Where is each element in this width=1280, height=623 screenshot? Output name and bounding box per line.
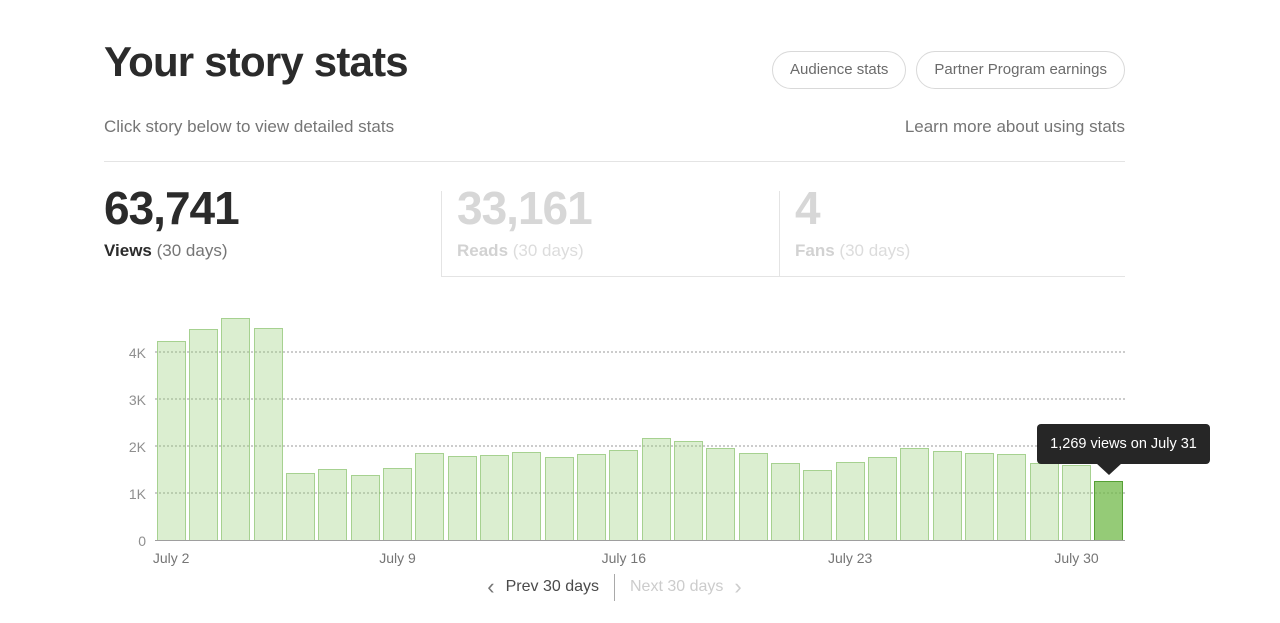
bar-july-26[interactable] — [932, 450, 962, 541]
chevron-left-icon[interactable]: ‹ — [487, 576, 494, 598]
fans-label: Fans (30 days) — [795, 241, 911, 260]
bar-tooltip-text: 1,269 views on July 31 — [1050, 436, 1197, 453]
bar-july-5[interactable] — [253, 328, 283, 541]
bar-tooltip: 1,269 views on July 31 — [1037, 424, 1210, 476]
date-range-pager: ‹ Prev 30 days Next 30 days › — [104, 572, 1125, 602]
bar-july-21[interactable] — [770, 462, 801, 541]
bar-july-28[interactable] — [997, 453, 1027, 541]
bar-july-16[interactable] — [609, 450, 639, 541]
x-axis-tick: July 23 — [827, 550, 873, 566]
subheader: Click story below to view detailed stats… — [104, 117, 1125, 137]
bar-july-31[interactable] — [1094, 481, 1124, 541]
bar-july-12[interactable] — [479, 454, 510, 541]
bar-july-4[interactable] — [221, 317, 251, 541]
stat-tab-fans[interactable]: 4 Fans (30 days) — [779, 162, 1125, 277]
bar-july-8[interactable] — [350, 475, 380, 541]
bar-july-25[interactable] — [900, 448, 930, 541]
chevron-right-icon[interactable]: › — [734, 576, 741, 598]
y-axis-tick: 3K — [128, 391, 146, 408]
learn-more-link[interactable]: Learn more about using stats — [905, 117, 1125, 137]
bar-july-9[interactable] — [382, 467, 413, 541]
gridline-4K — [155, 350, 1125, 353]
prev-30-days-button[interactable]: Prev 30 days — [506, 578, 599, 596]
x-axis-tick: July 2 — [152, 550, 190, 566]
views-bar-chart: 1,269 views on July 31 0 1K 2K 3K 4K July 2 Ju… — [104, 311, 1210, 566]
gridline-3K — [155, 397, 1125, 400]
bar-july-27[interactable] — [964, 453, 995, 541]
stat-tab-views[interactable]: 63,741 Views (30 days) — [104, 162, 441, 277]
page-header: Your story stats Audience stats Partner … — [104, 0, 1125, 89]
y-axis-tick: 4K — [128, 344, 146, 361]
bar-july-30[interactable] — [1061, 465, 1092, 541]
reads-value: 33,161 — [457, 182, 593, 234]
y-axis-tick: 1K — [128, 485, 146, 502]
views-label: Views (30 days) — [104, 241, 228, 260]
x-axis-line — [155, 540, 1125, 541]
tooltip-arrow-icon — [1095, 463, 1122, 476]
bar-july-7[interactable] — [318, 468, 348, 541]
subheader-hint: Click story below to view detailed stats — [104, 117, 395, 136]
bar-july-14[interactable] — [544, 457, 574, 541]
partner-program-earnings-button[interactable]: Partner Program earnings — [916, 51, 1125, 89]
bar-july-11[interactable] — [447, 455, 477, 541]
x-axis-tick: July 16 — [601, 550, 647, 566]
bar-july-6[interactable] — [285, 472, 316, 541]
next-30-days-button[interactable]: Next 30 days — [630, 578, 723, 596]
bar-july-23[interactable] — [835, 462, 865, 541]
header-buttons: Audience stats Partner Program earnings — [772, 51, 1125, 89]
audience-stats-button[interactable]: Audience stats — [772, 51, 907, 89]
bar-july-17[interactable] — [641, 438, 671, 541]
bar-july-22[interactable] — [803, 470, 833, 541]
bar-july-10[interactable] — [415, 453, 445, 541]
gridline-2K — [155, 444, 1125, 447]
stats-page: Your story stats Audience stats Partner … — [104, 0, 1210, 602]
summary-stats: 63,741 Views (30 days) 33,161 Reads (30 … — [104, 162, 1125, 277]
bar-july-2[interactable] — [156, 341, 186, 541]
bar-july-19[interactable] — [706, 448, 736, 541]
bar-july-3[interactable] — [188, 329, 219, 541]
bar-july-24[interactable] — [867, 457, 898, 541]
y-axis-tick: 0 — [138, 533, 146, 549]
pager-divider — [614, 573, 615, 601]
bar-july-20[interactable] — [738, 453, 768, 541]
views-value: 63,741 — [104, 182, 240, 234]
bar-july-15[interactable] — [576, 453, 607, 541]
stat-tab-reads[interactable]: 33,161 Reads (30 days) — [441, 162, 779, 277]
x-axis-tick: July 9 — [379, 550, 416, 566]
bar-july-13[interactable] — [512, 452, 542, 541]
reads-label: Reads (30 days) — [457, 241, 584, 260]
y-axis-tick: 2K — [128, 438, 146, 455]
bar-july-29[interactable] — [1029, 462, 1059, 541]
x-axis-tick: July 30 — [1054, 550, 1099, 566]
page-title: Your story stats — [104, 38, 409, 85]
bar-july-18[interactable] — [673, 441, 704, 541]
fans-value: 4 — [795, 182, 821, 234]
